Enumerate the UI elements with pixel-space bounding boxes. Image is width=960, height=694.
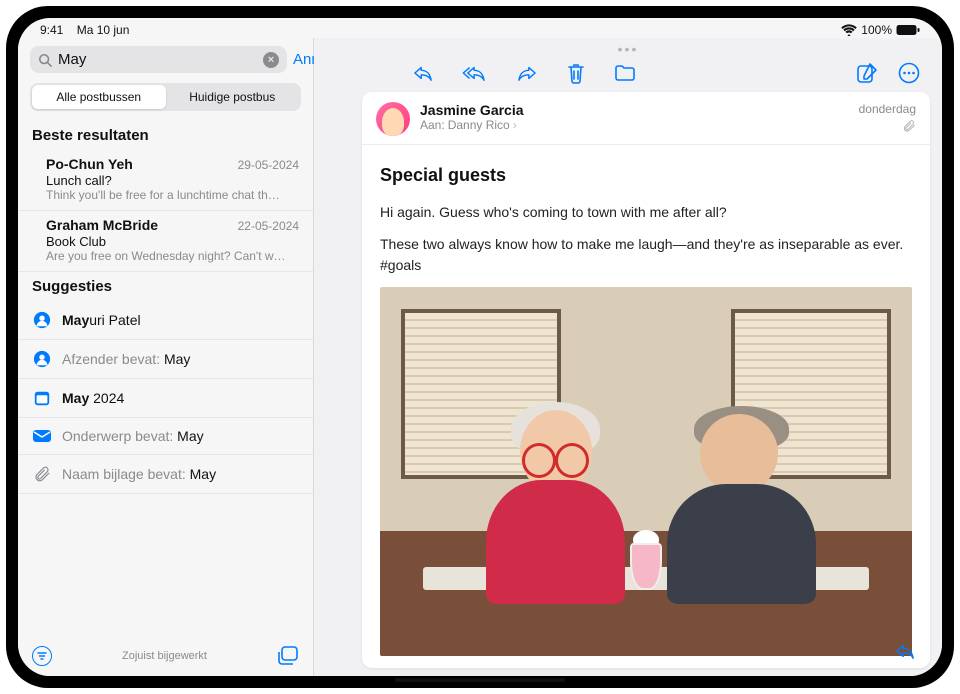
avatar[interactable] <box>376 102 410 136</box>
message-date: donderdag <box>859 102 916 116</box>
filter-icon[interactable] <box>32 646 52 666</box>
status-right: 100% <box>841 23 920 37</box>
update-status: Zojuist bijgewerkt <box>122 650 207 662</box>
search-field[interactable]: × <box>30 46 287 73</box>
attached-photo[interactable] <box>380 287 912 656</box>
result-preview: Think you'll be free for a lunchtime cha… <box>46 188 299 202</box>
result-sender: Graham McBride <box>46 217 158 233</box>
suggestion-text: Mayuri Patel <box>62 312 141 328</box>
search-result[interactable]: Po-Chun Yeh 29-05-2024 Lunch call? Think… <box>18 150 313 211</box>
quick-reply-icon[interactable] <box>894 642 916 660</box>
result-subject: Lunch call? <box>46 173 299 188</box>
suggestion-text: May 2024 <box>62 390 124 406</box>
suggestion-person[interactable]: Mayuri Patel <box>18 301 313 340</box>
paperclip-icon <box>32 465 52 483</box>
message-header: Jasmine Garcia Aan: Danny Rico › donderd… <box>362 92 930 145</box>
status-time: 9:41 <box>40 23 63 37</box>
screen: 9:41 Ma 10 jun 100% <box>18 18 942 676</box>
result-date: 29-05-2024 <box>238 158 299 172</box>
main-pane: ••• <box>314 38 942 676</box>
suggestion-text: Afzender bevat: May <box>62 351 190 367</box>
message-subject: Special guests <box>380 165 912 186</box>
person-icon <box>32 350 52 368</box>
sidebar: × Annuleer Alle postbussen Huidige postb… <box>18 38 314 676</box>
result-subject: Book Club <box>46 234 299 249</box>
message-paragraph: These two always know how to make me lau… <box>380 234 912 275</box>
suggestion-date[interactable]: May 2024 <box>18 379 313 418</box>
envelope-icon <box>32 429 52 443</box>
windows-icon[interactable] <box>277 646 299 666</box>
message-paragraph: Hi again. Guess who's coming to town wit… <box>380 202 912 222</box>
result-preview: Are you free on Wednesday night? Can't w… <box>46 249 299 263</box>
status-date: Ma 10 jun <box>77 23 130 37</box>
sidebar-footer: Zojuist bijgewerkt <box>18 636 313 676</box>
compose-icon[interactable] <box>856 62 878 84</box>
attachment-indicator-icon <box>902 119 916 133</box>
reply-all-icon[interactable] <box>462 64 488 82</box>
scope-current[interactable]: Huidige postbus <box>166 85 300 109</box>
status-left: 9:41 Ma 10 jun <box>40 23 129 37</box>
suggestion-attachment-contains[interactable]: Naam bijlage bevat: May <box>18 455 313 494</box>
suggestion-subject-contains[interactable]: Onderwerp bevat: May <box>18 418 313 455</box>
battery-percent: 100% <box>861 23 892 37</box>
message-body: Special guests Hi again. Guess who's com… <box>362 145 930 668</box>
search-row: × Annuleer <box>18 38 313 79</box>
result-sender: Po-Chun Yeh <box>46 156 133 172</box>
result-date: 22-05-2024 <box>238 219 299 233</box>
trash-icon[interactable] <box>566 62 586 84</box>
move-folder-icon[interactable] <box>614 64 636 82</box>
grabber-icon[interactable]: ••• <box>618 38 639 60</box>
battery-icon <box>896 24 920 36</box>
search-icon <box>38 53 52 67</box>
section-suggestions: Suggesties <box>18 272 313 301</box>
message-card: Jasmine Garcia Aan: Danny Rico › donderd… <box>362 92 930 668</box>
reply-icon[interactable] <box>412 64 434 82</box>
suggestion-sender-contains[interactable]: Afzender bevat: May <box>18 340 313 379</box>
forward-icon[interactable] <box>516 64 538 82</box>
person-icon <box>32 311 52 329</box>
section-top-hits: Beste resultaten <box>18 121 313 150</box>
clear-search-icon[interactable]: × <box>263 52 279 68</box>
search-input[interactable] <box>58 51 257 68</box>
to-name: Danny Rico <box>448 118 510 132</box>
scope-all[interactable]: Alle postbussen <box>32 85 166 109</box>
chevron-right-icon: › <box>513 118 517 132</box>
calendar-icon <box>32 389 52 407</box>
scope-segmented-control[interactable]: Alle postbussen Huidige postbus <box>30 83 301 111</box>
message-toolbar <box>314 60 942 92</box>
from-name[interactable]: Jasmine Garcia <box>420 102 849 118</box>
wifi-icon <box>841 24 857 36</box>
suggestion-text: Onderwerp bevat: May <box>62 428 204 444</box>
more-icon[interactable] <box>898 62 920 84</box>
ipad-frame: 9:41 Ma 10 jun 100% <box>6 6 954 688</box>
to-label: Aan: <box>420 118 445 132</box>
search-result[interactable]: Graham McBride 22-05-2024 Book Club Are … <box>18 211 313 272</box>
suggestion-text: Naam bijlage bevat: May <box>62 466 216 482</box>
status-bar: 9:41 Ma 10 jun 100% <box>18 18 942 38</box>
to-line[interactable]: Aan: Danny Rico › <box>420 118 849 132</box>
